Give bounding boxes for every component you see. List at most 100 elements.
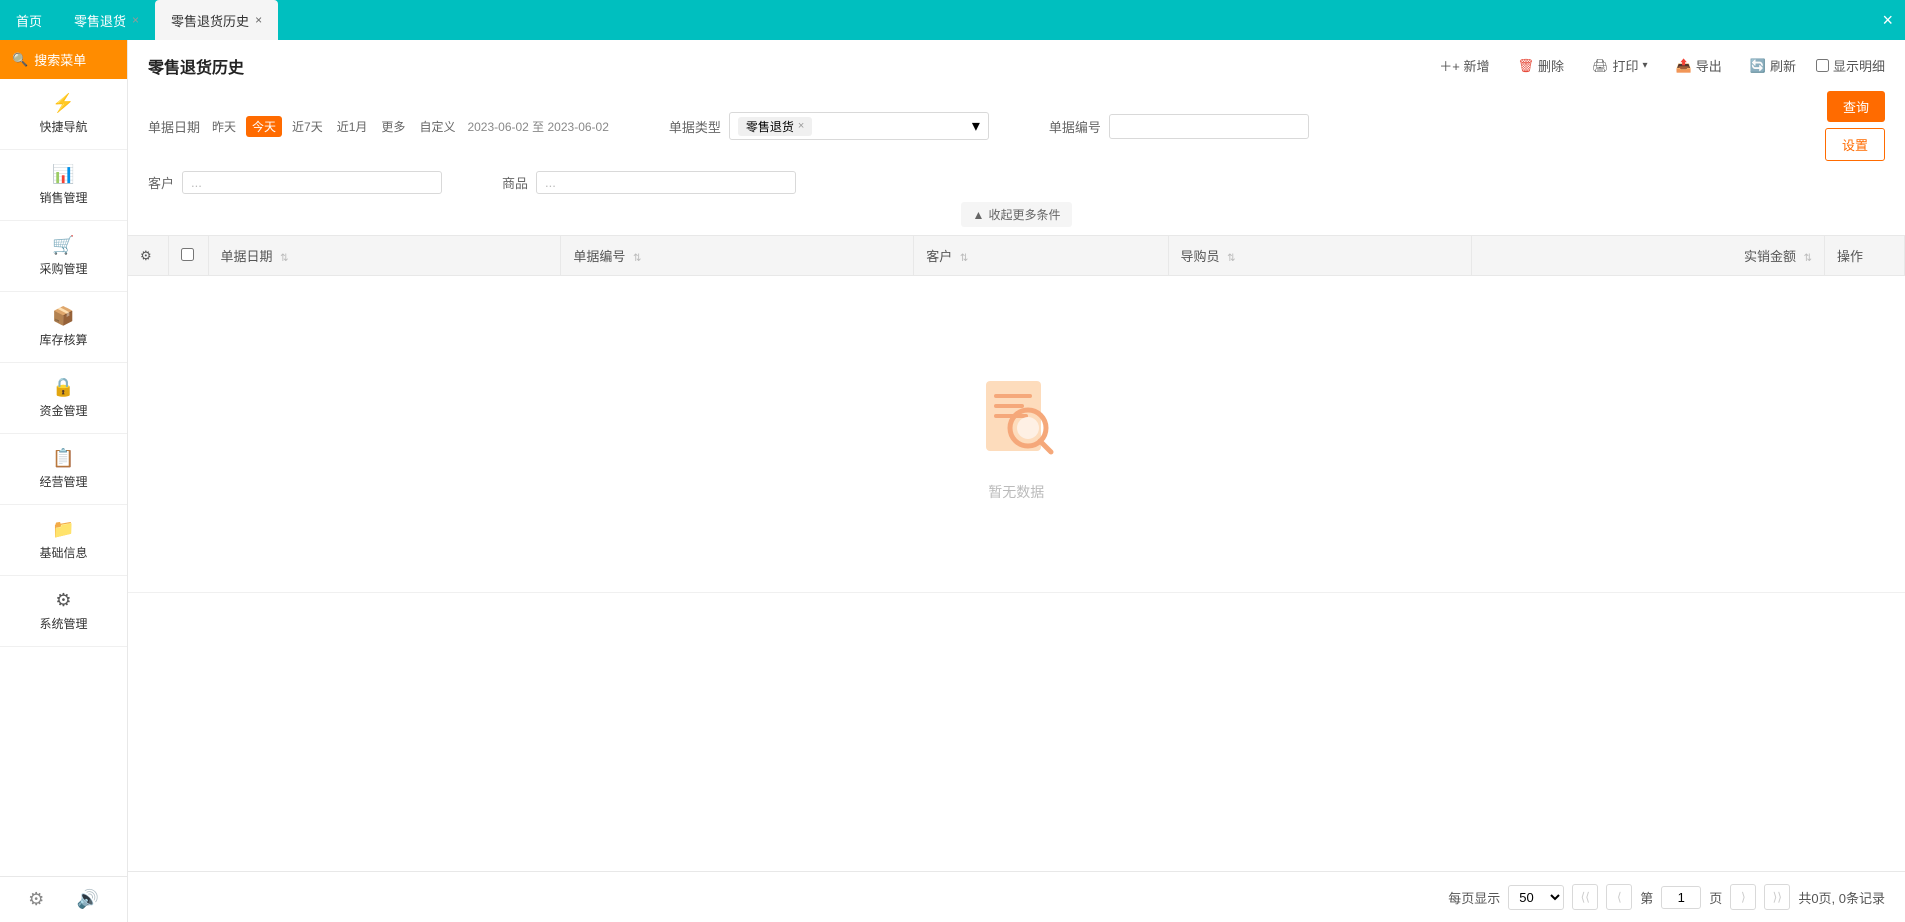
filter-row-1: 单据日期 昨天 今天 近7天 近1月 更多 自定义 2023-06-02 至 2… (148, 91, 1885, 161)
sidebar-search[interactable]: 🔍 搜索菜单 (0, 40, 127, 79)
doctype-label: 单据类型 (669, 117, 721, 136)
tab-retail-return-history-close[interactable]: × (255, 13, 262, 27)
empty-illustration (966, 366, 1066, 466)
sidebar-item-system-label: 系统管理 (39, 615, 87, 632)
goods-label: 商品 (502, 173, 528, 192)
table-header: ⚙ 单据日期 ⇅ 单据编号 ⇅ (128, 236, 1905, 276)
export-icon: 📤 (1676, 58, 1692, 74)
capital-icon: 🔒 (52, 377, 74, 398)
tab-retail-return-history-label: 零售退货历史 (171, 11, 249, 30)
sidebar-item-quick-nav[interactable]: ⚡ 快捷导航 (0, 79, 127, 150)
date-today[interactable]: 今天 (246, 116, 282, 137)
collapse-row: ▲ 收起更多条件 (148, 198, 1885, 235)
goods-input-group[interactable]: ... (536, 171, 796, 194)
select-all-checkbox[interactable] (181, 248, 194, 261)
th-number-sort[interactable]: ⇅ (633, 253, 641, 264)
th-date-sort[interactable]: ⇅ (280, 253, 288, 264)
customer-input-group[interactable]: ... (182, 171, 442, 194)
settings-icon[interactable]: ⚙ (140, 248, 152, 263)
print-button[interactable]: 🖨 打印 ▾ (1584, 52, 1656, 79)
basic-info-icon: 📁 (52, 519, 74, 540)
tab-retail-return-close[interactable]: × (132, 13, 139, 27)
refresh-label: 刷新 (1770, 56, 1796, 75)
next-page-button[interactable]: ⟩ (1730, 884, 1756, 910)
sidebar-item-basic-info[interactable]: 📁 基础信息 (0, 505, 127, 576)
refresh-button[interactable]: 🔄 刷新 (1742, 52, 1804, 79)
first-page-button[interactable]: ⟨⟨ (1572, 884, 1598, 910)
doctype-tag: 零售退货 × (738, 117, 812, 136)
doctype-tag-close[interactable]: × (798, 120, 804, 132)
empty-state-row: 暂无数据 (128, 276, 1905, 593)
sidebar-item-operation-mgmt[interactable]: 📋 经营管理 (0, 434, 127, 505)
sidebar-item-capital-mgmt[interactable]: 🔒 资金管理 (0, 363, 127, 434)
sidebar-item-system-mgmt[interactable]: ⚙ 系统管理 (0, 576, 127, 647)
sidebar-item-purchase-mgmt[interactable]: 🛒 采购管理 (0, 221, 127, 292)
filter-goods-group: 商品 ... (502, 171, 796, 194)
th-customer-sort[interactable]: ⇅ (960, 253, 968, 264)
export-button[interactable]: 📤 导出 (1668, 52, 1730, 79)
doctype-tag-group[interactable]: 零售退货 × ▾ (729, 112, 989, 140)
date-label: 单据日期 (148, 117, 200, 136)
th-settings[interactable]: ⚙ (128, 236, 168, 276)
toolbar: ＋ + 新增 🗑 删除 🖨 打印 ▾ 📤 导出 (1431, 52, 1885, 79)
system-icon: ⚙ (55, 590, 71, 611)
settings-bottom-icon[interactable]: ⚙ (28, 889, 44, 910)
tab-retail-return-history[interactable]: 零售退货历史 × (155, 0, 278, 40)
per-page-select[interactable]: 10 20 50 100 (1508, 885, 1564, 910)
delete-button[interactable]: 🗑 删除 (1509, 52, 1572, 79)
date-1month[interactable]: 近1月 (333, 116, 372, 137)
th-checkbox[interactable] (168, 236, 208, 276)
last-page-button[interactable]: ⟩⟩ (1764, 884, 1790, 910)
prev-page-button[interactable]: ⟨ (1606, 884, 1632, 910)
show-detail-check[interactable] (1816, 59, 1829, 72)
doctype-dropdown-icon[interactable]: ▾ (972, 116, 980, 136)
volume-icon[interactable]: 🔊 (76, 889, 98, 910)
window-close-button[interactable]: × (1882, 11, 1893, 29)
th-date-label: 单据日期 (221, 249, 273, 264)
delete-label: 删除 (1538, 56, 1564, 75)
date-custom[interactable]: 自定义 (415, 116, 459, 137)
goods-placeholder: ... (545, 175, 556, 190)
filter-doctype-group: 单据类型 零售退货 × ▾ (669, 112, 989, 140)
data-table: ⚙ 单据日期 ⇅ 单据编号 ⇅ (128, 236, 1905, 593)
collapse-button[interactable]: ▲ 收起更多条件 (961, 202, 1073, 227)
show-detail-checkbox[interactable]: 显示明细 (1816, 56, 1885, 75)
th-amount: 实销金额 ⇅ (1472, 236, 1825, 276)
date-more[interactable]: 更多 (377, 116, 409, 137)
th-amount-sort[interactable]: ⇅ (1804, 253, 1812, 264)
page-header: 零售退货历史 ＋ + 新增 🗑 删除 🖨 打印 ▾ (128, 40, 1905, 236)
tab-home[interactable]: 首页 (0, 0, 58, 40)
sidebar: 🔍 搜索菜单 ⚡ 快捷导航 📊 销售管理 🛒 采购管理 📦 库存核算 🔒 资金管… (0, 40, 128, 922)
sidebar-item-basic-info-label: 基础信息 (39, 544, 87, 561)
table-body: 暂无数据 (128, 276, 1905, 593)
filter-customer-group: 客户 ... (148, 171, 442, 194)
th-date: 单据日期 ⇅ (208, 236, 561, 276)
empty-text: 暂无数据 (988, 482, 1044, 502)
purchase-icon: 🛒 (52, 235, 74, 256)
export-label: 导出 (1696, 56, 1722, 75)
docnum-input[interactable] (1109, 114, 1309, 139)
customer-placeholder: ... (191, 175, 202, 190)
sidebar-item-sales-mgmt[interactable]: 📊 销售管理 (0, 150, 127, 221)
sidebar-item-sales-label: 销售管理 (39, 189, 87, 206)
collapse-label: 收起更多条件 (988, 206, 1060, 223)
total-text: 共0页, 0条记录 (1798, 888, 1885, 907)
per-page-label: 每页显示 (1448, 888, 1500, 907)
settings-button[interactable]: 设置 (1825, 128, 1885, 161)
tab-retail-return[interactable]: 零售退货 × (58, 0, 155, 40)
sidebar-item-inventory[interactable]: 📦 库存核算 (0, 292, 127, 363)
th-guide-sort[interactable]: ⇅ (1227, 253, 1235, 264)
empty-state: 暂无数据 (140, 286, 1893, 582)
filter-section: 单据日期 昨天 今天 近7天 近1月 更多 自定义 2023-06-02 至 2… (148, 91, 1885, 235)
show-detail-label: 显示明细 (1833, 56, 1885, 75)
new-button[interactable]: ＋ + 新增 (1431, 52, 1497, 79)
table-container: ⚙ 单据日期 ⇅ 单据编号 ⇅ (128, 236, 1905, 871)
query-button[interactable]: 查询 (1827, 91, 1885, 122)
date-yesterday[interactable]: 昨天 (208, 116, 240, 137)
table-header-row: ⚙ 单据日期 ⇅ 单据编号 ⇅ (128, 236, 1905, 276)
th-customer-label: 客户 (926, 249, 952, 264)
filter-docnum-group: 单据编号 (1049, 114, 1309, 139)
date-7days[interactable]: 近7天 (288, 116, 327, 137)
page-input[interactable] (1661, 886, 1701, 909)
content-area: 零售退货历史 ＋ + 新增 🗑 删除 🖨 打印 ▾ (128, 40, 1905, 922)
